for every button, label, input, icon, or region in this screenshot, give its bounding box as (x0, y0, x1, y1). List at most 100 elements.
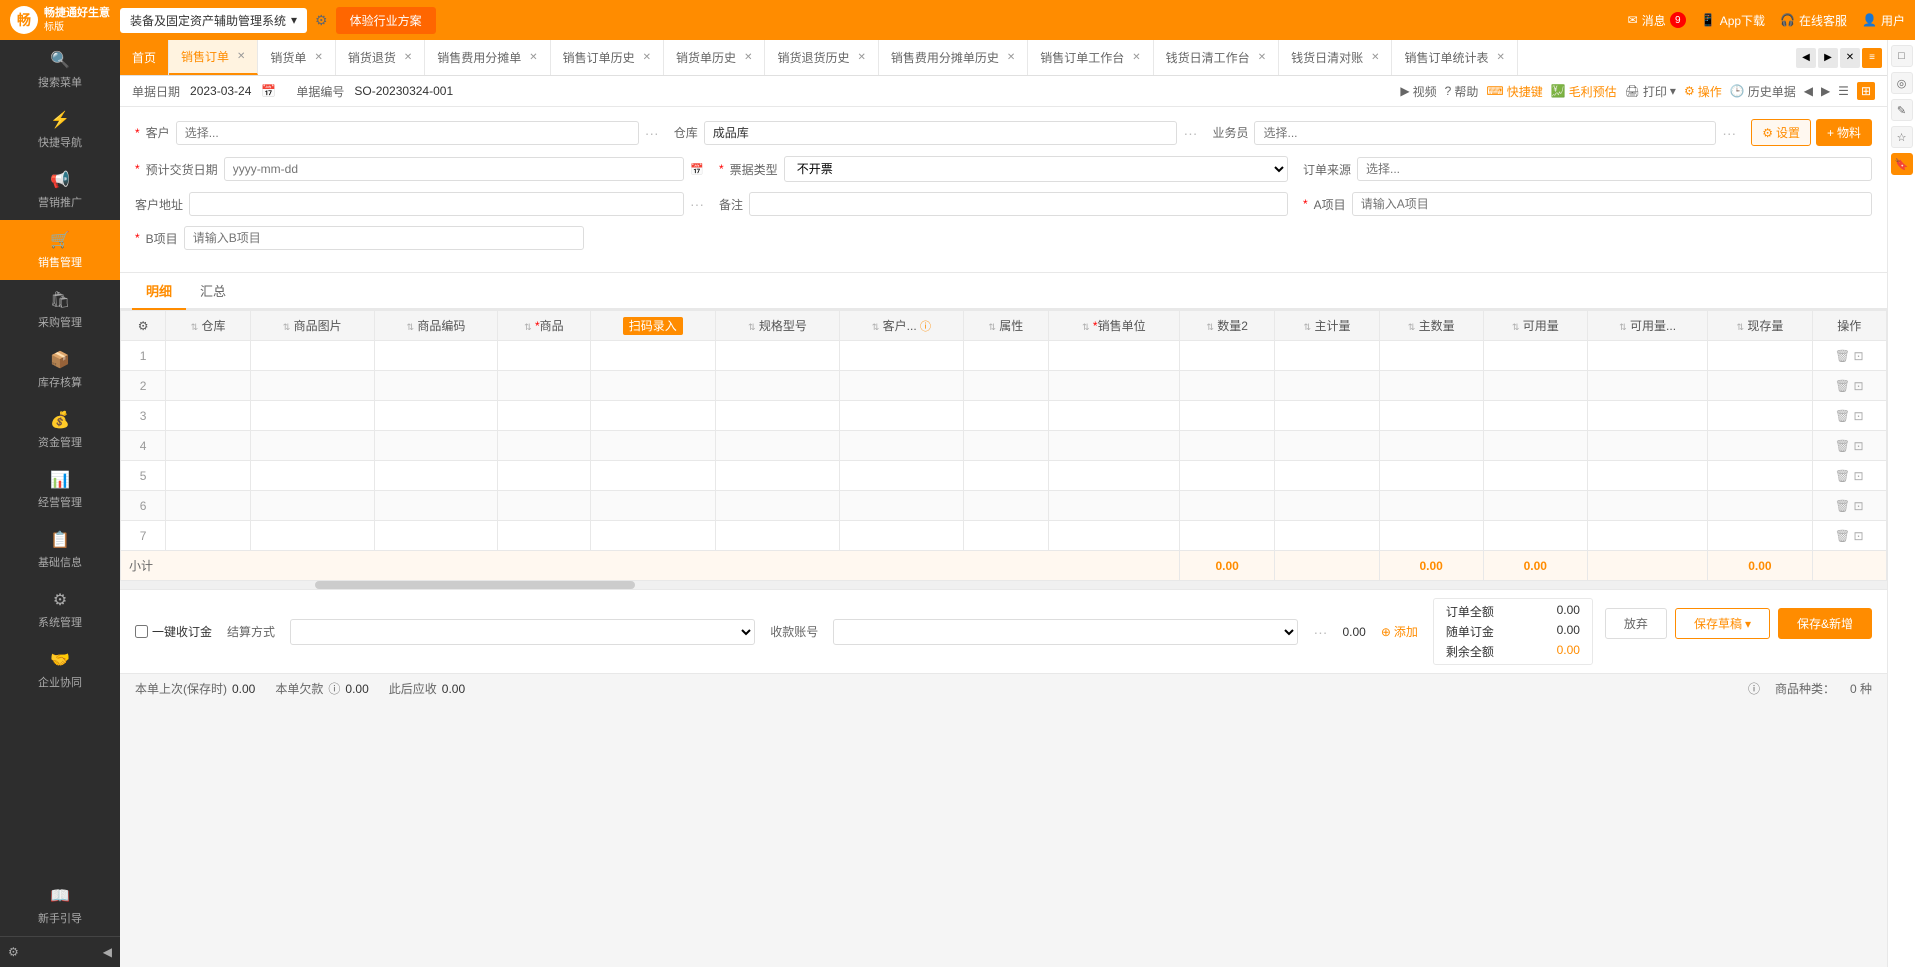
online-service-btn[interactable]: 🎧 在线客服 (1780, 12, 1847, 29)
row-delete-icon[interactable]: 🗑 (1835, 529, 1850, 543)
salesman-more-btn[interactable]: ··· (1722, 125, 1736, 141)
view-btn[interactable]: ▶ 视频 (1400, 83, 1436, 100)
tab-close-all-btn[interactable]: ✕ (1840, 48, 1860, 68)
tab-close-expense[interactable]: ✕ (529, 52, 537, 63)
receipt-more-btn[interactable]: ··· (1313, 624, 1327, 640)
th-code[interactable]: ⇅ 商品编码 (374, 311, 498, 341)
row-delete-icon[interactable]: 🗑 (1835, 469, 1850, 483)
tab-ship-history[interactable]: 销货单历史 ✕ (664, 40, 765, 75)
tab-order-workbench[interactable]: 销售订单工作台 ✕ (1028, 40, 1153, 75)
tab-sales-expense[interactable]: 销售费用分摊单 ✕ (425, 40, 550, 75)
sidebar-item-inventory[interactable]: 📦 库存核算 (0, 340, 120, 400)
sidebar-item-shortcut[interactable]: ⚡ 快捷导航 (0, 100, 120, 160)
th-spec[interactable]: ⇅ 规格型号 (716, 311, 840, 341)
tab-close-expense-history[interactable]: ✕ (1007, 52, 1015, 63)
tab-sales-ship[interactable]: 销货单 ✕ (258, 40, 335, 75)
tab-close-ship[interactable]: ✕ (314, 52, 322, 63)
receipt-account-select[interactable] (833, 619, 1298, 645)
row-copy-icon[interactable]: ⊡ (1854, 409, 1864, 423)
right-icon-3[interactable]: ✎ (1891, 99, 1913, 121)
payment-method-select[interactable] (290, 619, 755, 645)
tab-close-sales-stats[interactable]: ✕ (1497, 52, 1505, 63)
remark-input[interactable] (749, 192, 1288, 216)
tab-close-ship-history[interactable]: ✕ (744, 52, 752, 63)
save-draft-dropdown-icon[interactable]: ▾ (1745, 617, 1751, 631)
tab-detail[interactable]: 明细 (132, 273, 186, 310)
sidebar-gear-icon[interactable]: ⚙ (8, 945, 19, 959)
right-icon-5[interactable]: 🔖 (1891, 153, 1913, 175)
horizontal-scrollbar[interactable] (120, 581, 1887, 589)
nav-next-icon[interactable]: ▶ (1821, 84, 1830, 98)
tab-sales-return[interactable]: 销货退货 ✕ (336, 40, 425, 75)
a-project-input[interactable] (1352, 192, 1872, 216)
salesman-input[interactable] (1254, 121, 1716, 145)
row-copy-icon[interactable]: ⊡ (1854, 529, 1864, 543)
calendar-icon[interactable]: 📅 (261, 84, 276, 98)
customer-more-btn[interactable]: ··· (645, 125, 659, 141)
profit-btn[interactable]: 💹 毛利预估 (1551, 83, 1617, 100)
th-main-unit[interactable]: ⇅ 主计量 (1275, 311, 1379, 341)
right-icon-4[interactable]: ☆ (1891, 126, 1913, 148)
tab-close-order-workbench[interactable]: ✕ (1132, 52, 1140, 63)
sidebar-item-sales[interactable]: 🛒 销售管理 (0, 220, 120, 280)
sidebar-item-management[interactable]: 📊 经营管理 (0, 460, 120, 520)
grid-view-icon[interactable]: ⊞ (1857, 82, 1875, 100)
th-gear[interactable]: ⚙ (121, 311, 166, 341)
sidebar-collapse-icon[interactable]: ◀ (103, 945, 112, 959)
tab-close-return[interactable]: ✕ (404, 52, 412, 63)
print-btn[interactable]: 🖨 打印 ▾ (1625, 83, 1676, 100)
tab-close-sales-order[interactable]: ✕ (237, 51, 245, 62)
sidebar-item-cooperation[interactable]: 🤝 企业协同 (0, 640, 120, 700)
settings-btn[interactable]: ⚙ 设置 (1751, 119, 1811, 146)
th-unit[interactable]: ⇅ *销售单位 (1048, 311, 1179, 341)
tab-close-return-history[interactable]: ✕ (857, 52, 865, 63)
order-source-input[interactable] (1357, 157, 1872, 181)
row-delete-icon[interactable]: 🗑 (1835, 499, 1850, 513)
tab-menu-btn[interactable]: ≡ (1862, 48, 1882, 68)
save-draft-btn[interactable]: 保存草稿 ▾ (1675, 608, 1770, 639)
sidebar-item-basic[interactable]: 📋 基础信息 (0, 520, 120, 580)
shortcut-btn[interactable]: ⌨ 快捷键 (1486, 83, 1542, 100)
tab-close-daily-workbench[interactable]: ✕ (1258, 52, 1266, 63)
row-copy-icon[interactable]: ⊡ (1854, 469, 1864, 483)
discard-btn[interactable]: 放弃 (1605, 608, 1667, 639)
th-available[interactable]: ⇅ 可用量 (1483, 311, 1587, 341)
operation-btn[interactable]: ⚙ 操作 (1684, 83, 1722, 100)
th-customer-code[interactable]: ⇅ 客户... ⓘ (839, 311, 963, 341)
sidebar-item-guide[interactable]: 📖 新手引导 (0, 876, 120, 936)
th-product[interactable]: ⇅ *商品 (498, 311, 590, 341)
customer-input[interactable] (176, 121, 639, 145)
row-delete-icon[interactable]: 🗑 (1835, 379, 1850, 393)
tab-daily-reconcile[interactable]: 钱货日清对账 ✕ (1279, 40, 1392, 75)
th-scan[interactable]: 扫码录入 (590, 311, 716, 341)
tab-next-btn[interactable]: ▶ (1818, 48, 1838, 68)
current-amount-info-icon[interactable]: ⓘ (328, 680, 340, 697)
th-stock[interactable]: ⇅ 现存量 (1708, 311, 1812, 341)
th-qty2[interactable]: ⇅ 数量2 (1179, 311, 1274, 341)
th-main-qty[interactable]: ⇅ 主数量 (1379, 311, 1483, 341)
settings-icon[interactable]: ⚙ (315, 12, 328, 29)
tab-expense-history[interactable]: 销售费用分摊单历史 ✕ (879, 40, 1028, 75)
tab-close-order-history[interactable]: ✕ (643, 52, 651, 63)
invoice-type-select[interactable]: 不开票 (784, 156, 1288, 182)
tab-prev-btn[interactable]: ◀ (1796, 48, 1816, 68)
address-more-btn[interactable]: ··· (690, 196, 704, 212)
tab-sales-order[interactable]: 销售订单 ✕ (169, 40, 258, 75)
sidebar-item-purchase[interactable]: 🛍 采购管理 (0, 280, 120, 340)
row-copy-icon[interactable]: ⊡ (1854, 379, 1864, 393)
nav-prev-icon[interactable]: ◀ (1804, 84, 1813, 98)
th-warehouse[interactable]: ⇅ 仓库 (166, 311, 251, 341)
row-delete-icon[interactable]: 🗑 (1835, 349, 1850, 363)
help-btn[interactable]: ? 帮助 (1445, 83, 1479, 100)
list-view-icon[interactable]: ☰ (1838, 84, 1849, 98)
th-available2[interactable]: ⇅ 可用量... (1587, 311, 1707, 341)
user-btn[interactable]: 👤 用户 (1862, 12, 1905, 29)
app-download-btn[interactable]: 📱 App下载 (1701, 12, 1765, 29)
one-click-confirm-checkbox[interactable] (135, 625, 148, 638)
warehouse-input[interactable] (704, 121, 1178, 145)
warehouse-more-btn[interactable]: ··· (1183, 125, 1197, 141)
save-new-btn[interactable]: 保存&新增 (1778, 608, 1872, 639)
add-material-btn[interactable]: + 物料 (1816, 119, 1872, 146)
sidebar-item-marketing[interactable]: 📢 营销推广 (0, 160, 120, 220)
right-icon-2[interactable]: ◎ (1891, 72, 1913, 94)
